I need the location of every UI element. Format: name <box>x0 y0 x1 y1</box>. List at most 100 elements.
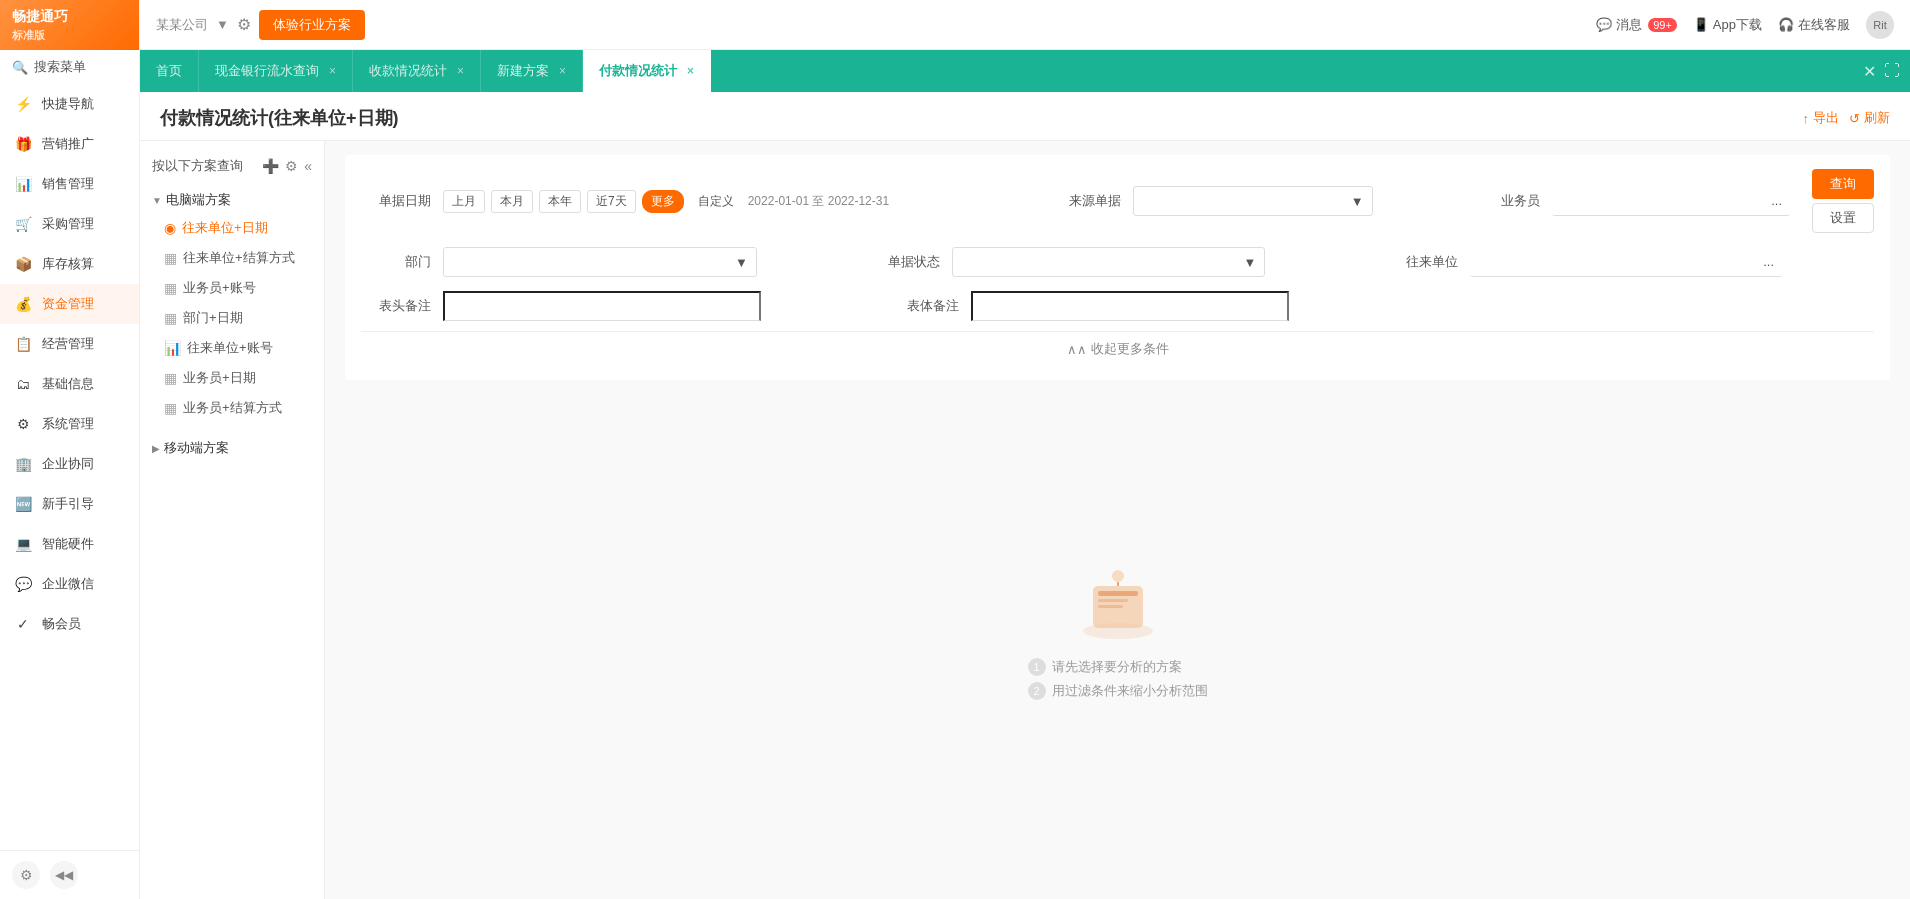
tab-cashflow-close[interactable]: × <box>329 64 336 78</box>
collapse-bar[interactable]: ∧∧ 收起更多条件 <box>361 331 1874 366</box>
scheme-item-icon: ▦ <box>164 310 177 326</box>
page-title: 付款情况统计(往来单位+日期) <box>160 106 399 130</box>
scheme-item-counterpart-settlement[interactable]: ▦ 往来单位+结算方式 <box>140 243 324 273</box>
topbar-settings-icon[interactable]: ⚙ <box>237 15 251 34</box>
tabbar: 首页 现金银行流水查询 × 收款情况统计 × 新建方案 × 付款情况统计 × ✕… <box>140 50 1910 92</box>
finance-icon: 💰 <box>12 293 34 315</box>
quicknav-icon: ⚡ <box>12 93 34 115</box>
date-this-year-btn[interactable]: 本年 <box>539 190 581 213</box>
online-service-button[interactable]: 🎧 在线客服 <box>1778 16 1850 34</box>
counterpart-label: 往来单位 <box>1388 253 1458 271</box>
sidebar-item-label: 基础信息 <box>42 375 94 393</box>
dept-select[interactable]: ▼ <box>443 247 757 277</box>
sidebar-item-finance[interactable]: 💰 资金管理 <box>0 284 139 324</box>
salesman-select-dots[interactable]: ... <box>1771 193 1782 208</box>
date-last-month-btn[interactable]: 上月 <box>443 190 485 213</box>
messages-button[interactable]: 💬 消息 99+ <box>1596 16 1677 34</box>
tab-receipt[interactable]: 收款情况统计 × <box>353 50 481 92</box>
tab-close-all-icon[interactable]: ✕ <box>1863 62 1876 81</box>
tip-num-1: 1 <box>1028 658 1046 676</box>
date-this-month-btn[interactable]: 本月 <box>491 190 533 213</box>
scheme-group-label: 移动端方案 <box>164 439 229 457</box>
tab-payment-close[interactable]: × <box>687 64 694 78</box>
refresh-button[interactable]: ↺ 刷新 <box>1849 109 1890 127</box>
scheme-add-icon[interactable]: ➕ <box>262 158 279 174</box>
scheme-item-salesman-date[interactable]: ▦ 业务员+日期 <box>140 363 324 393</box>
scheme-item-salesman-account[interactable]: ▦ 业务员+账号 <box>140 273 324 303</box>
hardware-icon: 💻 <box>12 533 34 555</box>
sidebar-item-enterprise[interactable]: 🏢 企业协同 <box>0 444 139 484</box>
sidebar-item-operations[interactable]: 📋 经营管理 <box>0 324 139 364</box>
sidebar-item-inventory[interactable]: 📦 库存核算 <box>0 244 139 284</box>
header-note-input[interactable] <box>443 291 761 321</box>
svg-point-5 <box>1112 570 1124 582</box>
sidebar-item-label: 企业协同 <box>42 455 94 473</box>
filter-action-buttons: 查询 设置 <box>1812 169 1874 233</box>
svg-rect-3 <box>1098 599 1128 602</box>
sidebar-item-quicknav[interactable]: ⚡ 快捷导航 <box>0 84 139 124</box>
sidebar-item-sales[interactable]: 📊 销售管理 <box>0 164 139 204</box>
sidebar-item-basic[interactable]: 🗂 基础信息 <box>0 364 139 404</box>
sidebar-item-wechat[interactable]: 💬 企业微信 <box>0 564 139 604</box>
company-dropdown-icon[interactable]: ▼ <box>216 17 229 32</box>
scheme-item-label: 业务员+结算方式 <box>183 399 282 417</box>
empty-state: 1 请先选择要分析的方案 2 用过滤条件来缩小分析范围 <box>345 380 1890 885</box>
salesman-select[interactable]: ... <box>1552 186 1790 216</box>
bottom-settings-button[interactable]: ⚙ <box>12 861 40 889</box>
sidebar-item-hardware[interactable]: 💻 智能硬件 <box>0 524 139 564</box>
sidebar-item-system[interactable]: ⚙ 系统管理 <box>0 404 139 444</box>
settings-button[interactable]: 设置 <box>1812 203 1874 233</box>
body-note-input[interactable] <box>971 291 1289 321</box>
scheme-settings-icon[interactable]: ⚙ <box>285 158 298 174</box>
scheme-group-desktop-title[interactable]: ▼ 电脑端方案 <box>140 187 324 213</box>
sidebar-item-guide[interactable]: 🆕 新手引导 <box>0 484 139 524</box>
bottom-collapse-button[interactable]: ◀◀ <box>50 861 78 889</box>
app-download-button[interactable]: 📱 App下载 <box>1693 16 1762 34</box>
source-select[interactable]: ▼ <box>1133 186 1373 216</box>
sidebar-item-member[interactable]: ✓ 畅会员 <box>0 604 139 644</box>
dept-select-arrow: ▼ <box>735 255 748 270</box>
tab-cashflow[interactable]: 现金银行流水查询 × <box>199 50 353 92</box>
logo-version: 标准版 <box>12 28 68 43</box>
sidebar-item-search[interactable]: 🔍 搜索菜单 <box>0 50 139 84</box>
tab-new-scheme[interactable]: 新建方案 × <box>481 50 583 92</box>
app-icon: 📱 <box>1693 17 1709 32</box>
sidebar-item-label: 销售管理 <box>42 175 94 193</box>
sidebar-item-marketing[interactable]: 🎁 营销推广 <box>0 124 139 164</box>
export-button[interactable]: ↑ 导出 <box>1803 109 1840 127</box>
sidebar: 畅捷通巧 标准版 🔍 搜索菜单 ⚡ 快捷导航 🎁 营销推广 📊 销售管理 🛒 采… <box>0 0 140 899</box>
sidebar-item-purchase[interactable]: 🛒 采购管理 <box>0 204 139 244</box>
scheme-group-mobile-title[interactable]: ▶ 移动端方案 <box>140 435 324 461</box>
filter-row-1: 单据日期 上月 本月 本年 近7天 更多 自定义 2022-01-01 至 20… <box>361 169 1874 233</box>
tab-new-scheme-close[interactable]: × <box>559 64 566 78</box>
date-last7-btn[interactable]: 近7天 <box>587 190 636 213</box>
scheme-item-label: 业务员+账号 <box>183 279 256 297</box>
query-button[interactable]: 查询 <box>1812 169 1874 199</box>
date-more-btn[interactable]: 更多 <box>642 190 684 213</box>
tab-receipt-close[interactable]: × <box>457 64 464 78</box>
scheme-item-label: 往来单位+账号 <box>187 339 273 357</box>
source-select-arrow: ▼ <box>1351 194 1364 209</box>
scheme-item-dept-date[interactable]: ▦ 部门+日期 <box>140 303 324 333</box>
bill-status-select[interactable]: ▼ <box>952 247 1266 277</box>
tab-expand-icon[interactable]: ⛶ <box>1884 62 1900 80</box>
trial-button[interactable]: 体验行业方案 <box>259 10 365 40</box>
main-area: 某某公司 ▼ ⚙ 体验行业方案 💬 消息 99+ 📱 App下载 🎧 在线客服 … <box>140 0 1910 899</box>
salesman-label: 业务员 <box>1470 192 1540 210</box>
enterprise-icon: 🏢 <box>12 453 34 475</box>
scheme-item-salesman-settlement[interactable]: ▦ 业务员+结算方式 <box>140 393 324 423</box>
scheme-item-counterpart-date[interactable]: ◉ 往来单位+日期 <box>140 213 324 243</box>
counterpart-select[interactable]: ... <box>1470 247 1782 277</box>
counterpart-select-dots[interactable]: ... <box>1763 254 1774 269</box>
filter-row-2: 部门 ▼ 单据状态 ▼ 往来单位 <box>361 247 1874 277</box>
header-note-label: 表头备注 <box>361 297 431 315</box>
sidebar-item-label: 采购管理 <box>42 215 94 233</box>
avatar[interactable]: Rit <box>1866 11 1894 39</box>
date-custom-btn[interactable]: 自定义 <box>690 191 742 212</box>
tab-home[interactable]: 首页 <box>140 50 199 92</box>
tab-payment[interactable]: 付款情况统计 × <box>583 50 711 92</box>
sidebar-item-label: 快捷导航 <box>42 95 94 113</box>
scheme-collapse-icon[interactable]: « <box>304 158 312 174</box>
body-note-label: 表体备注 <box>899 297 959 315</box>
scheme-item-counterpart-account[interactable]: 📊 往来单位+账号 <box>140 333 324 363</box>
